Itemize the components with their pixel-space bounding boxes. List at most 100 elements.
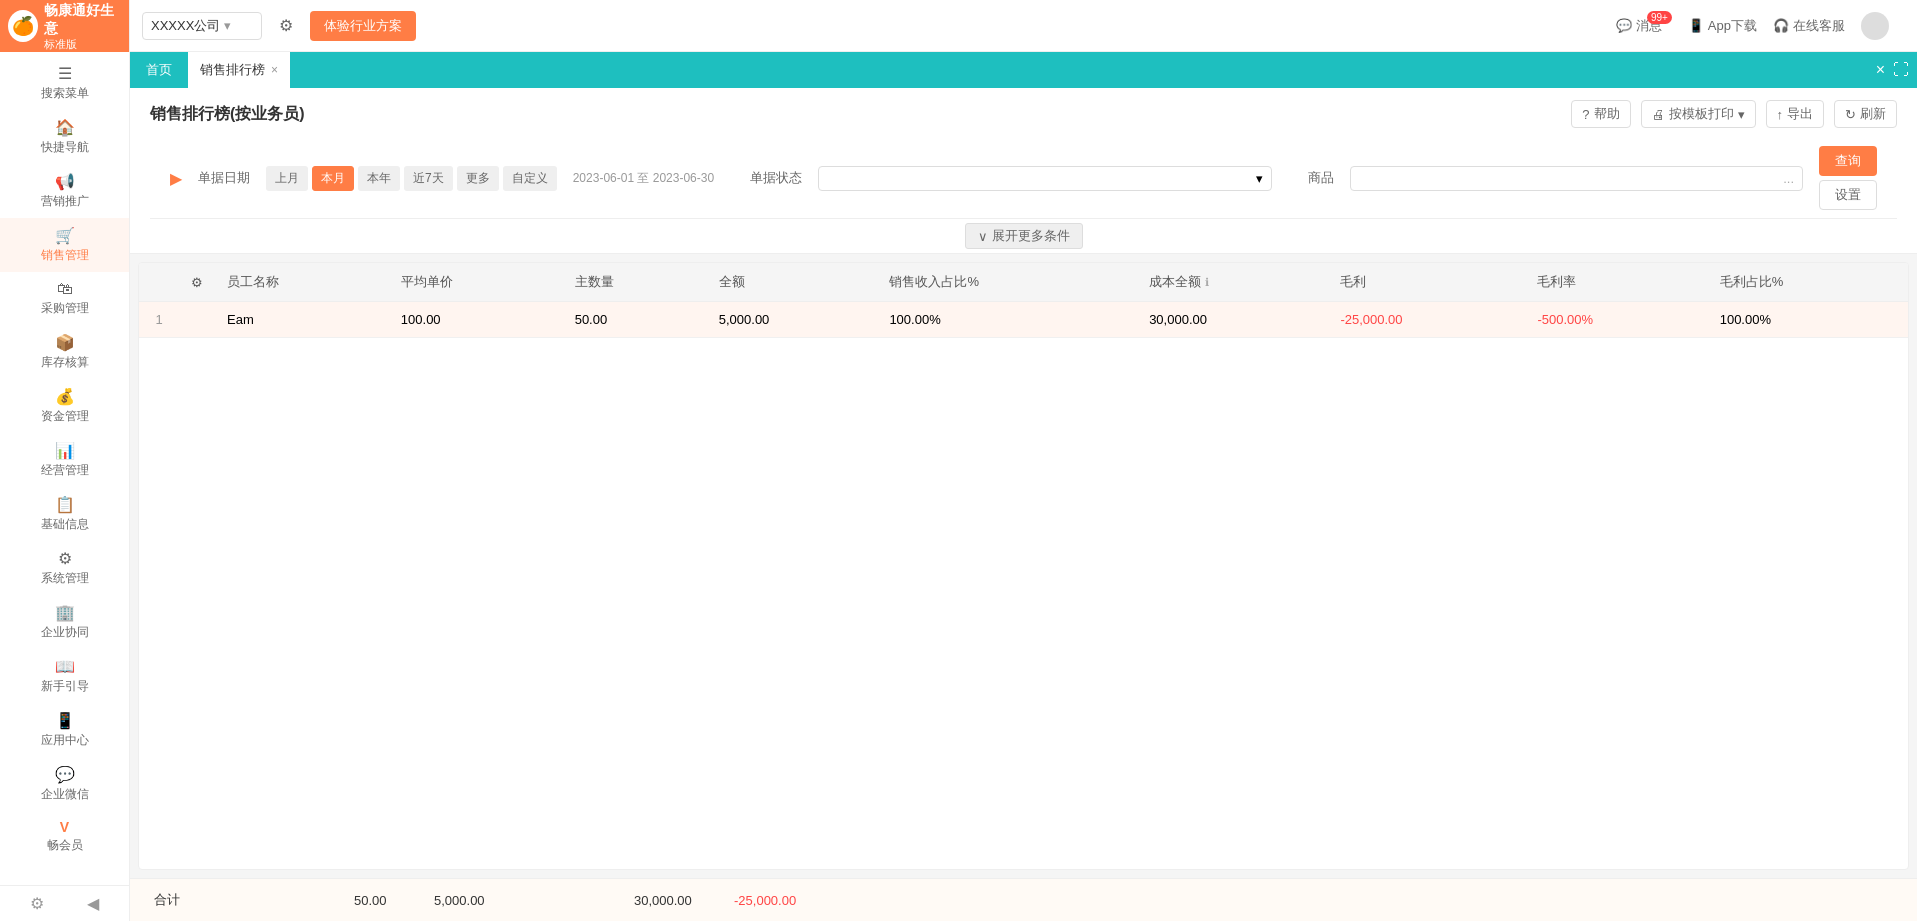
status-filter-select[interactable]: ▾ (818, 166, 1271, 191)
topbar-settings-button[interactable]: ⚙ (272, 12, 300, 40)
wechat-icon: 💬 (55, 765, 75, 784)
this-month-button[interactable]: 本月 (312, 166, 354, 191)
trial-btn[interactable]: 体验行业方案 (310, 11, 416, 41)
topbar-service-button[interactable]: 🎧 在线客服 (1773, 17, 1845, 35)
table-wrapper: ⚙ 员工名称 平均单价 主数量 全额 销售收入占比% 成本全额 ℹ 毛利 毛利率… (138, 262, 1909, 870)
expand-label: 展开更多条件 (992, 227, 1070, 245)
cell-gross-pct: 100.00% (1708, 302, 1908, 338)
tab-expand-icon[interactable]: ⛶ (1893, 61, 1909, 79)
sidebar-item-quick-nav[interactable]: 🏠 快捷导航 (0, 110, 129, 164)
main-area: XXXXX公司 ▾ ⚙ 体验行业方案 💬 消息 99+ 📱 App下载 🎧 在线… (130, 0, 1917, 921)
cell-gear (179, 302, 215, 338)
expand-more-button[interactable]: ∨ 展开更多条件 (965, 223, 1083, 249)
enterprise-icon: 🏢 (55, 603, 75, 622)
last-month-button[interactable]: 上月 (266, 166, 308, 191)
cell-rank: 1 (139, 302, 179, 338)
page-title: 销售排行榜(按业务员) (150, 104, 305, 125)
service-icon: 🎧 (1773, 18, 1789, 33)
sidebar-item-operation[interactable]: 📊 经营管理 (0, 433, 129, 487)
sidebar-item-vip[interactable]: V 畅会员 (0, 811, 129, 862)
logo-sub: 标准版 (44, 37, 121, 51)
marketing-icon: 📢 (55, 172, 75, 191)
filter-right-buttons: 查询 设置 (1819, 146, 1877, 210)
footer-qty: 50.00 (342, 889, 422, 912)
more-button[interactable]: 更多 (457, 166, 499, 191)
sidebar-item-purchase[interactable]: 🛍 采购管理 (0, 272, 129, 325)
goods-filter-select[interactable]: ... (1350, 166, 1803, 191)
refresh-button[interactable]: ↻ 刷新 (1834, 100, 1897, 128)
topbar-right: 💬 消息 99+ 📱 App下载 🎧 在线客服 (1616, 12, 1905, 40)
sidebar-item-label-enterprise: 企业协同 (41, 624, 89, 641)
col-qty: 主数量 (563, 263, 707, 302)
topbar: XXXXX公司 ▾ ⚙ 体验行业方案 💬 消息 99+ 📱 App下载 🎧 在线… (130, 0, 1917, 52)
sidebar-item-basic-info[interactable]: 📋 基础信息 (0, 487, 129, 541)
sidebar-item-app-center[interactable]: 📱 应用中心 (0, 703, 129, 757)
sidebar-item-marketing[interactable]: 📢 营销推广 (0, 164, 129, 218)
message-icon: 💬 (1616, 18, 1632, 33)
tab-home[interactable]: 首页 (130, 52, 188, 88)
tab-minimize-icon[interactable]: × (1876, 61, 1885, 79)
finance-icon: 💰 (55, 387, 75, 406)
logo-title: 畅康通好生意 (44, 1, 121, 37)
help-button[interactable]: ? 帮助 (1571, 100, 1630, 128)
sidebar-item-label-search-order: 搜索菜单 (41, 85, 89, 102)
sidebar-item-system[interactable]: ⚙ 系统管理 (0, 541, 129, 595)
this-year-button[interactable]: 本年 (358, 166, 400, 191)
sidebar-item-enterprise[interactable]: 🏢 企业协同 (0, 595, 129, 649)
footer-amount: 5,000.00 (422, 889, 522, 912)
goods-more-icon[interactable]: ... (1783, 171, 1794, 186)
search-order-icon: ☰ (58, 64, 72, 83)
sidebar-nav: ☰ 搜索菜单 🏠 快捷导航 📢 营销推广 🛒 销售管理 🛍 采购管理 📦 库存核… (0, 52, 129, 885)
app-icon: 📱 (1688, 18, 1704, 33)
col-gear[interactable]: ⚙ (179, 263, 215, 302)
logo-icon: 🍊 (8, 10, 38, 42)
sidebar-logo: 🍊 畅康通好生意 标准版 (0, 0, 129, 52)
tab-sales-ranking[interactable]: 销售排行榜 × (188, 52, 290, 88)
sidebar-item-label-sales: 销售管理 (41, 247, 89, 264)
col-avg-price: 平均单价 (389, 263, 563, 302)
avatar[interactable] (1861, 12, 1889, 40)
sidebar-footer: ⚙ ◀ (0, 885, 129, 921)
company-name: XXXXX公司 (151, 17, 220, 35)
filter-row: ▶ 单据日期 上月 本月 本年 近7天 更多 自定义 2023-06-01 至 … (150, 138, 1897, 218)
message-badge: 99+ (1647, 11, 1672, 24)
sidebar-item-wechat[interactable]: 💬 企业微信 (0, 757, 129, 811)
sidebar-item-sales[interactable]: 🛒 销售管理 (0, 218, 129, 272)
company-select[interactable]: XXXXX公司 ▾ (142, 12, 262, 40)
sidebar-item-inventory[interactable]: 📦 库存核算 (0, 325, 129, 379)
export-icon: ↑ (1777, 107, 1784, 122)
expand-more-row: ∨ 展开更多条件 (150, 218, 1897, 253)
settings-button[interactable]: 设置 (1819, 180, 1877, 210)
cell-gross: -25,000.00 (1328, 302, 1525, 338)
status-select-arrow: ▾ (1256, 171, 1263, 186)
sidebar-item-guide[interactable]: 📖 新手引导 (0, 649, 129, 703)
print-button[interactable]: 🖨 按模板打印 ▾ (1641, 100, 1756, 128)
col-sales-pct: 销售收入占比% (877, 263, 1137, 302)
query-button[interactable]: 查询 (1819, 146, 1877, 176)
col-gross-rate: 毛利率 (1525, 263, 1707, 302)
page-header: 销售排行榜(按业务员) ? 帮助 🖨 按模板打印 ▾ ↑ 导出 (130, 88, 1917, 254)
cell-gross-rate: -500.00% (1525, 302, 1707, 338)
filter-collapse-arrow[interactable]: ▶ (170, 169, 182, 188)
topbar-app-button[interactable]: 📱 App下载 (1688, 17, 1757, 35)
tabbar: 首页 销售排行榜 × × ⛶ (130, 52, 1917, 88)
topbar-service-label: 在线客服 (1793, 17, 1845, 35)
logo-text: 畅康通好生意 标准版 (44, 1, 121, 52)
cell-name: Eam (215, 302, 389, 338)
sidebar-item-search-order[interactable]: ☰ 搜索菜单 (0, 56, 129, 110)
sidebar-settings-icon[interactable]: ⚙ (30, 894, 44, 913)
sidebar-collapse-icon[interactable]: ◀ (87, 894, 99, 913)
sidebar-item-label-quick-nav: 快捷导航 (41, 139, 89, 156)
topbar-message-button[interactable]: 💬 消息 99+ (1616, 17, 1662, 35)
sidebar-item-finance[interactable]: 💰 资金管理 (0, 379, 129, 433)
basic-info-icon: 📋 (55, 495, 75, 514)
goods-filter-label: 商品 (1308, 169, 1334, 187)
last7-button[interactable]: 近7天 (404, 166, 453, 191)
column-settings-icon[interactable]: ⚙ (191, 275, 203, 290)
cell-cost: 30,000.00 (1137, 302, 1328, 338)
custom-button[interactable]: 自定义 (503, 166, 557, 191)
sidebar-item-label-system: 系统管理 (41, 570, 89, 587)
tab-close-icon[interactable]: × (271, 63, 278, 77)
purchase-icon: 🛍 (57, 280, 73, 298)
export-button[interactable]: ↑ 导出 (1766, 100, 1825, 128)
